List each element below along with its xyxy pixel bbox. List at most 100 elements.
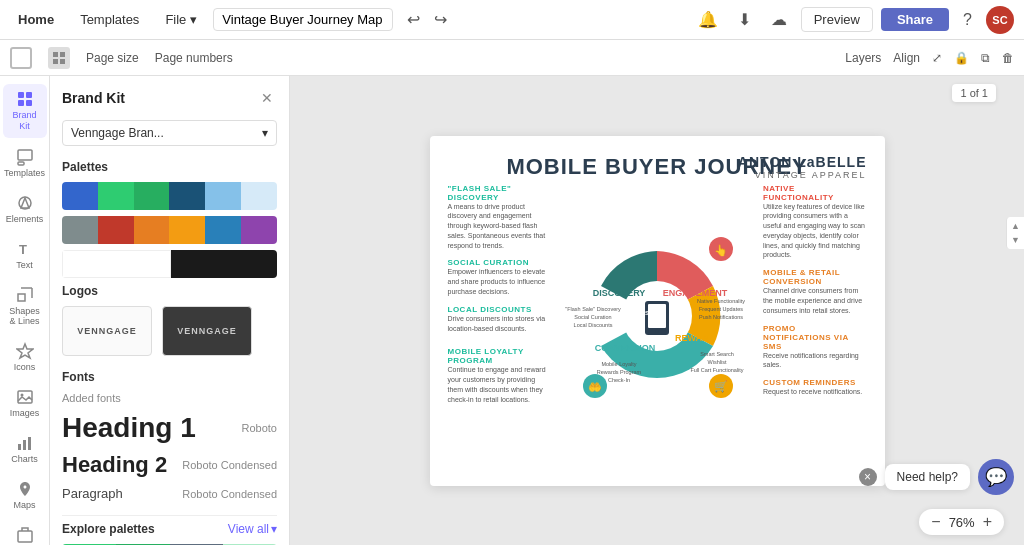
svg-text:Social Curation: Social Curation bbox=[574, 314, 611, 320]
left-section-3: LOCAL DISCOUNTS Drive consumers into sto… bbox=[448, 305, 552, 334]
notifications-button[interactable]: 🔔 bbox=[692, 6, 724, 33]
fonts-section-title: Fonts bbox=[62, 370, 277, 384]
right-section-2: MOBILE & RETAIL CONVERSION Channel drive… bbox=[763, 268, 867, 315]
undo-button[interactable]: ↩ bbox=[401, 6, 426, 33]
svg-rect-13 bbox=[18, 294, 25, 301]
brand-dropdown[interactable]: Venngage Bran... ▾ bbox=[62, 120, 277, 146]
shapes-label: Shapes & Lines bbox=[7, 306, 43, 326]
sidebar-item-icons[interactable]: Icons bbox=[3, 336, 47, 378]
palette-swatch bbox=[134, 216, 170, 244]
svg-text:Full Cart Functionality: Full Cart Functionality bbox=[690, 367, 743, 373]
doc-title-input[interactable] bbox=[213, 8, 393, 31]
infographic-canvas[interactable]: MOBILE BUYER JOURNEY ANTON LaBELLE VINTA… bbox=[430, 136, 885, 486]
palette-row-1[interactable] bbox=[62, 182, 277, 210]
download-button[interactable]: ⬇ bbox=[732, 6, 757, 33]
lock-button[interactable]: 🔒 bbox=[954, 51, 969, 65]
svg-rect-6 bbox=[18, 100, 24, 106]
heading1-label: Heading 1 bbox=[62, 412, 196, 444]
svg-text:Wishlist: Wishlist bbox=[708, 359, 727, 365]
file-menu[interactable]: File ▾ bbox=[157, 8, 205, 31]
scroll-up-icon[interactable]: ▲ bbox=[1011, 221, 1020, 231]
svg-point-18 bbox=[20, 393, 23, 396]
right-section-1-heading: NATIVE FUNCTIONALITY bbox=[763, 184, 867, 202]
right-section-1-text: Utilize key features of device like prov… bbox=[763, 202, 867, 261]
brand-panel-title: Brand Kit bbox=[62, 90, 125, 106]
right-column: NATIVE FUNCTIONALITY Utilize key feature… bbox=[757, 184, 867, 448]
right-section-2-heading: MOBILE & RETAIL CONVERSION bbox=[763, 268, 867, 286]
heading1-row[interactable]: Heading 1 Roboto bbox=[62, 412, 277, 444]
maps-icon bbox=[16, 480, 34, 498]
palette-swatch bbox=[98, 182, 134, 210]
brand-kit-label: Brand Kit bbox=[7, 110, 43, 132]
select-tool[interactable] bbox=[10, 47, 32, 69]
file-label: File bbox=[165, 12, 186, 27]
left-section-2-text: Empower influencers to elevate and share… bbox=[448, 267, 552, 296]
help-icon-button[interactable]: 💬 bbox=[978, 459, 1014, 495]
avatar[interactable]: SC bbox=[986, 6, 1014, 34]
palette-row-2[interactable] bbox=[62, 216, 277, 244]
palette-swatch bbox=[171, 250, 278, 278]
cloud-save-button[interactable]: ☁ bbox=[765, 6, 793, 33]
svg-marker-16 bbox=[17, 344, 33, 358]
brand-kit-icon bbox=[16, 90, 34, 108]
page-numbers-item[interactable]: Page numbers bbox=[155, 51, 233, 65]
zoom-out-button[interactable]: − bbox=[931, 513, 940, 531]
svg-text:CONVERSION: CONVERSION bbox=[595, 343, 656, 353]
share-button[interactable]: Share bbox=[881, 8, 949, 31]
svg-marker-11 bbox=[21, 198, 29, 208]
palette-row-3[interactable] bbox=[62, 250, 277, 278]
svg-text:Check-In: Check-In bbox=[608, 377, 630, 383]
fit-button[interactable]: ⤢ bbox=[932, 51, 942, 65]
sidebar-item-projects[interactable]: Projects bbox=[3, 520, 47, 545]
align-button[interactable]: Align bbox=[893, 51, 920, 65]
heading2-row[interactable]: Heading 2 Roboto Condensed bbox=[62, 452, 277, 478]
help-text: Need help? bbox=[897, 470, 958, 484]
charts-icon bbox=[16, 434, 34, 452]
sidebar-item-elements[interactable]: Elements bbox=[3, 188, 47, 230]
elements-label: Elements bbox=[6, 214, 44, 224]
sidebar-item-templates[interactable]: Templates bbox=[3, 142, 47, 184]
svg-text:Mobile Loyalty: Mobile Loyalty bbox=[601, 361, 636, 367]
svg-text:Frequent Updates: Frequent Updates bbox=[699, 306, 743, 312]
templates-tab[interactable]: Templates bbox=[70, 8, 149, 31]
delete-button[interactable]: 🗑 bbox=[1002, 51, 1014, 65]
scroll-down-icon[interactable]: ▼ bbox=[1011, 235, 1020, 245]
left-section-1-text: A means to drive product discovery and e… bbox=[448, 202, 552, 251]
projects-icon bbox=[16, 526, 34, 544]
zoom-in-button[interactable]: + bbox=[983, 513, 992, 531]
paragraph-row[interactable]: Paragraph Roboto Condensed bbox=[62, 486, 277, 501]
logo-dark[interactable]: VENNGAGE bbox=[162, 306, 252, 356]
svg-rect-21 bbox=[28, 437, 31, 450]
help-close-button[interactable]: × bbox=[859, 468, 877, 486]
redo-button[interactable]: ↪ bbox=[428, 6, 453, 33]
copy-button[interactable]: ⧉ bbox=[981, 51, 990, 65]
preview-button[interactable]: Preview bbox=[801, 7, 873, 32]
layers-button[interactable]: Layers bbox=[845, 51, 881, 65]
svg-text:Native Functionality: Native Functionality bbox=[697, 298, 745, 304]
view-all-button[interactable]: View all ▾ bbox=[228, 522, 277, 536]
left-section-2: SOCIAL CURATION Empower influencers to e… bbox=[448, 258, 552, 296]
grid-tool[interactable] bbox=[48, 47, 70, 69]
logo-light[interactable]: VENNGAGE bbox=[62, 306, 152, 356]
logos-section-title: Logos bbox=[62, 284, 277, 298]
svg-rect-8 bbox=[18, 150, 32, 160]
canvas-area[interactable]: 1 of 1 ▲ ▼ MOBILE BUYER JOURNEY ANTON La… bbox=[290, 76, 1024, 545]
sidebar-item-images[interactable]: Images bbox=[3, 382, 47, 424]
help-button[interactable]: ? bbox=[957, 7, 978, 33]
scroll-indicator[interactable]: ▲ ▼ bbox=[1006, 217, 1024, 249]
svg-rect-19 bbox=[18, 444, 21, 450]
sidebar-item-brand-kit[interactable]: Brand Kit bbox=[3, 84, 47, 138]
page-size-item[interactable]: Page size bbox=[86, 51, 139, 65]
sidebar-item-charts[interactable]: Charts bbox=[3, 428, 47, 470]
svg-rect-3 bbox=[60, 59, 65, 64]
sidebar-item-shapes[interactable]: Shapes & Lines bbox=[3, 280, 47, 332]
brand-panel-header: Brand Kit ✕ bbox=[62, 88, 277, 108]
right-section-3-text: Receive notifications regarding sales. bbox=[763, 351, 867, 371]
help-text-box: Need help? bbox=[885, 464, 970, 490]
bottom-left-heading: MOBILE LOYALTY PROGRAM bbox=[448, 347, 552, 365]
sidebar-item-maps[interactable]: Maps bbox=[3, 474, 47, 516]
right-section-4: CUSTOM REMINDERS Request to receive noti… bbox=[763, 378, 867, 397]
sidebar-item-text[interactable]: T Text bbox=[3, 234, 47, 276]
home-link[interactable]: Home bbox=[10, 8, 62, 31]
brand-panel-close-button[interactable]: ✕ bbox=[257, 88, 277, 108]
